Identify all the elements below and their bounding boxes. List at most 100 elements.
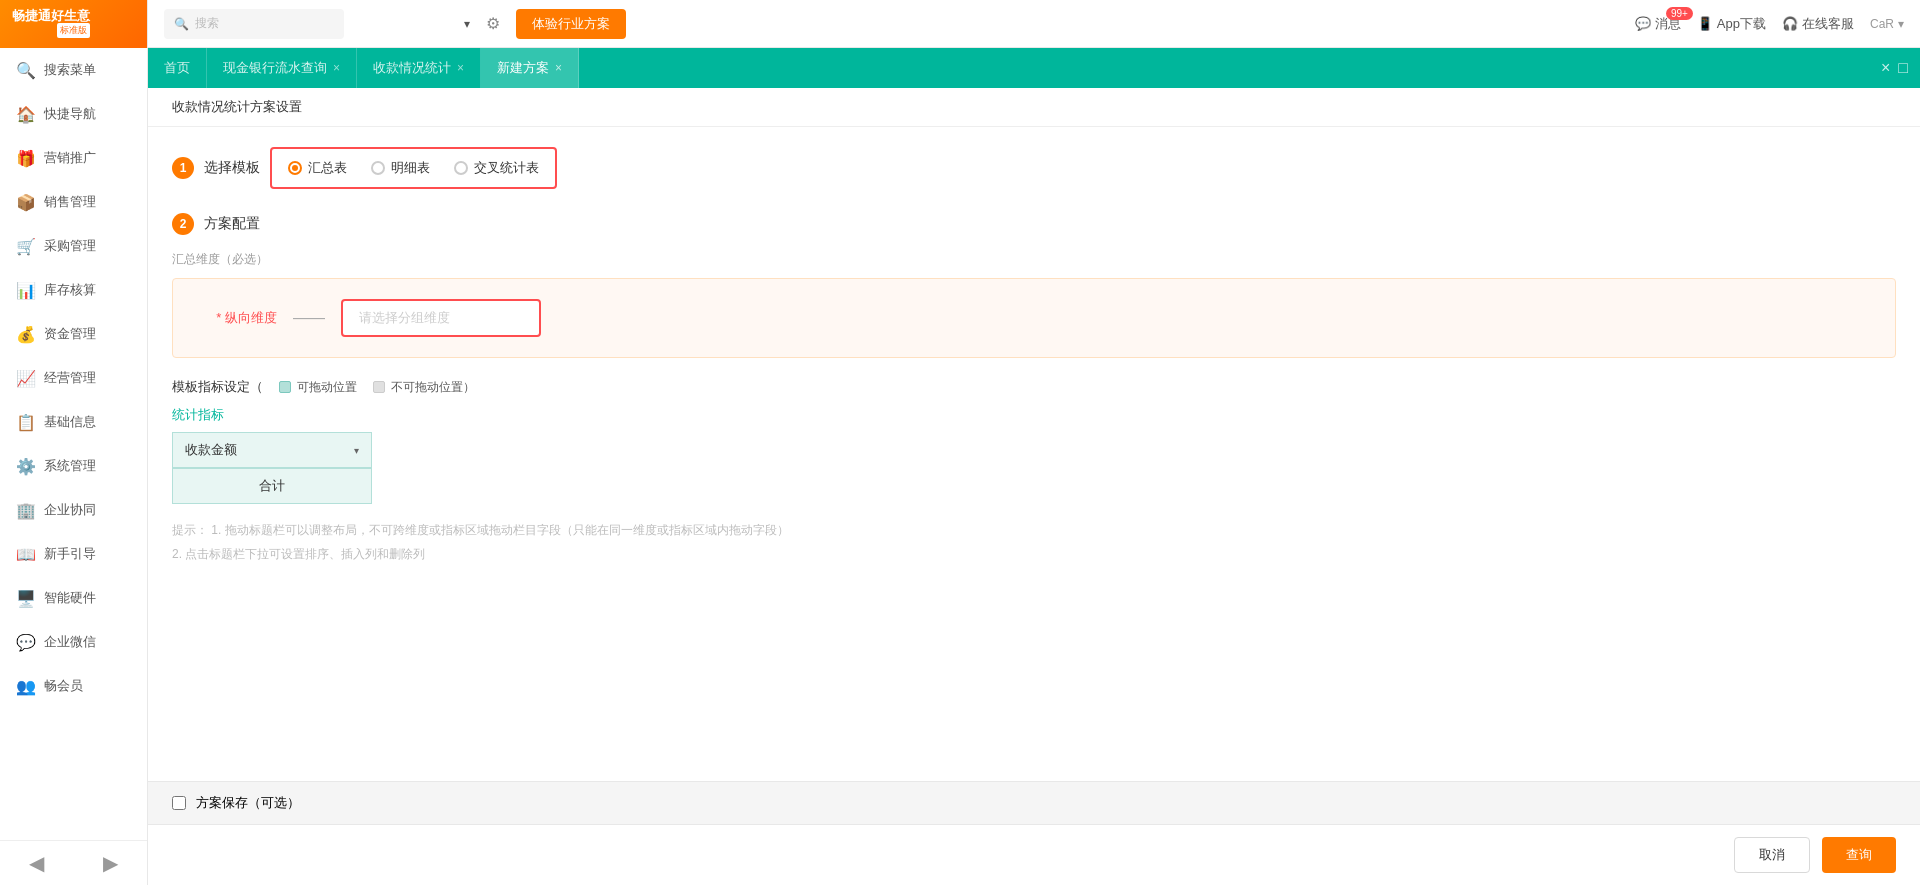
sales-icon: 📦 bbox=[16, 193, 36, 212]
search-box[interactable]: 🔍 搜索 bbox=[164, 9, 344, 39]
tab-home-label: 首页 bbox=[164, 59, 190, 77]
metrics-cell-header[interactable]: 收款金额 ▾ bbox=[172, 432, 372, 468]
page-title-bar: 收款情况统计方案设置 bbox=[148, 88, 1920, 127]
sidebar-item-purchase[interactable]: 🛒 采购管理 bbox=[0, 224, 147, 268]
tab-receipt-stats[interactable]: 收款情况统计 × bbox=[357, 48, 481, 88]
download-icon: 📱 bbox=[1697, 16, 1713, 31]
sidebar-item-sales[interactable]: 📦 销售管理 bbox=[0, 180, 147, 224]
sidebar-item-label: 智能硬件 bbox=[44, 589, 96, 607]
query-button[interactable]: 查询 bbox=[1822, 837, 1896, 873]
online-service-item[interactable]: 🎧 在线客服 bbox=[1782, 15, 1854, 33]
tab-home[interactable]: 首页 bbox=[148, 48, 207, 88]
search-placeholder: 搜索 bbox=[195, 15, 219, 32]
cancel-button[interactable]: 取消 bbox=[1734, 837, 1810, 873]
sidebar-item-quick-nav[interactable]: 🏠 快捷导航 bbox=[0, 92, 147, 136]
vertical-dim-label: 纵向维度 bbox=[197, 309, 277, 327]
operation-icon: 📈 bbox=[16, 369, 36, 388]
tabbar: 首页 现金银行流水查询 × 收款情况统计 × 新建方案 × × □ bbox=[148, 48, 1920, 88]
col1-total-text: 合计 bbox=[259, 478, 285, 493]
app-download-label: App下载 bbox=[1717, 15, 1766, 33]
topbar-dropdown[interactable]: ▾ bbox=[360, 17, 470, 31]
radio-summary-circle bbox=[288, 161, 302, 175]
tabbar-actions: × □ bbox=[1869, 59, 1920, 77]
sidebar-item-label: 快捷导航 bbox=[44, 105, 96, 123]
enterprise-icon: 🏢 bbox=[16, 501, 36, 520]
hint-2: 2. 点击标题栏下拉可设置排序、插入列和删除列 bbox=[172, 544, 1896, 566]
dim-config-section: 汇总维度（必选） 纵向维度 —— 请选择分组维度 bbox=[172, 251, 1896, 358]
service-icon: 🎧 bbox=[1782, 16, 1798, 31]
logo-badge: 标准版 bbox=[57, 23, 90, 38]
hint-1: 提示： 1. 拖动标题栏可以调整布局，不可跨维度或指标区域拖动栏目字段（只能在同… bbox=[172, 520, 1896, 542]
col1-header-text: 收款金额 bbox=[185, 441, 237, 459]
search-menu-icon: 🔍 bbox=[16, 61, 36, 80]
sidebar-item-system[interactable]: ⚙️ 系统管理 bbox=[0, 444, 147, 488]
main-area: 🔍 搜索 ▾ ⚙ 体验行业方案 💬 消息 99+ 📱 App下载 🎧 在线客服 bbox=[148, 0, 1920, 885]
step2-header: 2 方案配置 bbox=[172, 213, 1896, 235]
sidebar-item-operation[interactable]: 📈 经营管理 bbox=[0, 356, 147, 400]
sidebar-item-label: 经营管理 bbox=[44, 369, 96, 387]
user-info[interactable]: CaR ▾ bbox=[1870, 17, 1904, 31]
sidebar-item-inventory[interactable]: 📊 库存核算 bbox=[0, 268, 147, 312]
window-close-btn[interactable]: × bbox=[1881, 59, 1890, 77]
notice-badge: 99+ bbox=[1666, 7, 1693, 20]
radio-detail-label: 明细表 bbox=[391, 159, 430, 177]
purchase-icon: 🛒 bbox=[16, 237, 36, 256]
sidebar-logo: 畅捷通好生意 标准版 bbox=[0, 0, 147, 48]
non-draggable-dot bbox=[373, 381, 385, 393]
radio-crosstab[interactable]: 交叉统计表 bbox=[454, 159, 539, 177]
radio-crosstab-circle bbox=[454, 161, 468, 175]
sidebar-item-enterprise[interactable]: 🏢 企业协同 bbox=[0, 488, 147, 532]
stats-label: 统计指标 bbox=[172, 406, 1896, 424]
sidebar-item-guide[interactable]: 📖 新手引导 bbox=[0, 532, 147, 576]
logo-text: 畅捷通好生意 bbox=[12, 8, 90, 24]
sidebar-item-label: 系统管理 bbox=[44, 457, 96, 475]
dim-select-box[interactable]: 请选择分组维度 bbox=[341, 299, 541, 337]
tab-bank-flow-close[interactable]: × bbox=[333, 61, 340, 75]
sidebar-bottom: ◀ ▶ bbox=[0, 840, 147, 885]
dim-config-label: 汇总维度（必选） bbox=[172, 251, 1896, 268]
legend-draggable: 可拖动位置 bbox=[279, 379, 357, 396]
tab-receipt-stats-close[interactable]: × bbox=[457, 61, 464, 75]
sidebar-item-finance[interactable]: 💰 资金管理 bbox=[0, 312, 147, 356]
home-icon: 🏠 bbox=[16, 105, 36, 124]
save-checkbox[interactable] bbox=[172, 796, 186, 810]
tab-bank-flow[interactable]: 现金银行流水查询 × bbox=[207, 48, 357, 88]
tab-bank-flow-label: 现金银行流水查询 bbox=[223, 59, 327, 77]
metrics-section: 模板指标设定（ 可拖动位置 不可拖动位置） 统计指标 bbox=[172, 378, 1896, 504]
sidebar-collapse-btn[interactable]: ◀ bbox=[0, 841, 74, 885]
sidebar-item-basic-info[interactable]: 📋 基础信息 bbox=[0, 400, 147, 444]
page-title: 收款情况统计方案设置 bbox=[172, 99, 302, 114]
dim-arrow: —— bbox=[293, 309, 325, 327]
sidebar-expand-btn[interactable]: ▶ bbox=[74, 841, 148, 885]
content-area: 收款情况统计方案设置 1 选择模板 汇总表 明细表 bbox=[148, 88, 1920, 885]
metrics-table: 收款金额 ▾ 合计 bbox=[172, 432, 372, 504]
tab-new-scheme[interactable]: 新建方案 × bbox=[481, 48, 579, 88]
notice-item[interactable]: 💬 消息 99+ bbox=[1635, 15, 1681, 33]
app-download-item[interactable]: 📱 App下载 bbox=[1697, 15, 1766, 33]
dim-label-text: 汇总维度（必选） bbox=[172, 252, 268, 266]
step1-num: 1 bbox=[172, 157, 194, 179]
sidebar-item-marketing[interactable]: 🎁 营销推广 bbox=[0, 136, 147, 180]
sidebar-item-member[interactable]: 👥 畅会员 bbox=[0, 664, 147, 708]
save-bar: 方案保存（可选） bbox=[148, 781, 1920, 824]
radio-summary[interactable]: 汇总表 bbox=[288, 159, 347, 177]
tab-receipt-stats-label: 收款情况统计 bbox=[373, 59, 451, 77]
basic-icon: 📋 bbox=[16, 413, 36, 432]
metrics-header: 模板指标设定（ 可拖动位置 不可拖动位置） bbox=[172, 378, 1896, 396]
sidebar-item-weichat[interactable]: 💬 企业微信 bbox=[0, 620, 147, 664]
weichat-icon: 💬 bbox=[16, 633, 36, 652]
smart-icon: 🖥️ bbox=[16, 589, 36, 608]
radio-detail[interactable]: 明细表 bbox=[371, 159, 430, 177]
sidebar-item-search-menu[interactable]: 🔍 搜索菜单 bbox=[0, 48, 147, 92]
tab-new-scheme-close[interactable]: × bbox=[555, 61, 562, 75]
save-label: 方案保存（可选） bbox=[196, 794, 300, 812]
sidebar-item-label: 搜索菜单 bbox=[44, 61, 96, 79]
legend-non-draggable: 不可拖动位置） bbox=[373, 379, 475, 396]
footer-bar: 取消 查询 bbox=[148, 824, 1920, 885]
sidebar-item-smart-hw[interactable]: 🖥️ 智能硬件 bbox=[0, 576, 147, 620]
gear-icon[interactable]: ⚙ bbox=[486, 14, 500, 33]
window-maximize-btn[interactable]: □ bbox=[1898, 59, 1908, 77]
finance-icon: 💰 bbox=[16, 325, 36, 344]
industry-btn[interactable]: 体验行业方案 bbox=[516, 9, 626, 39]
form-area: 1 选择模板 汇总表 明细表 bbox=[148, 127, 1920, 781]
